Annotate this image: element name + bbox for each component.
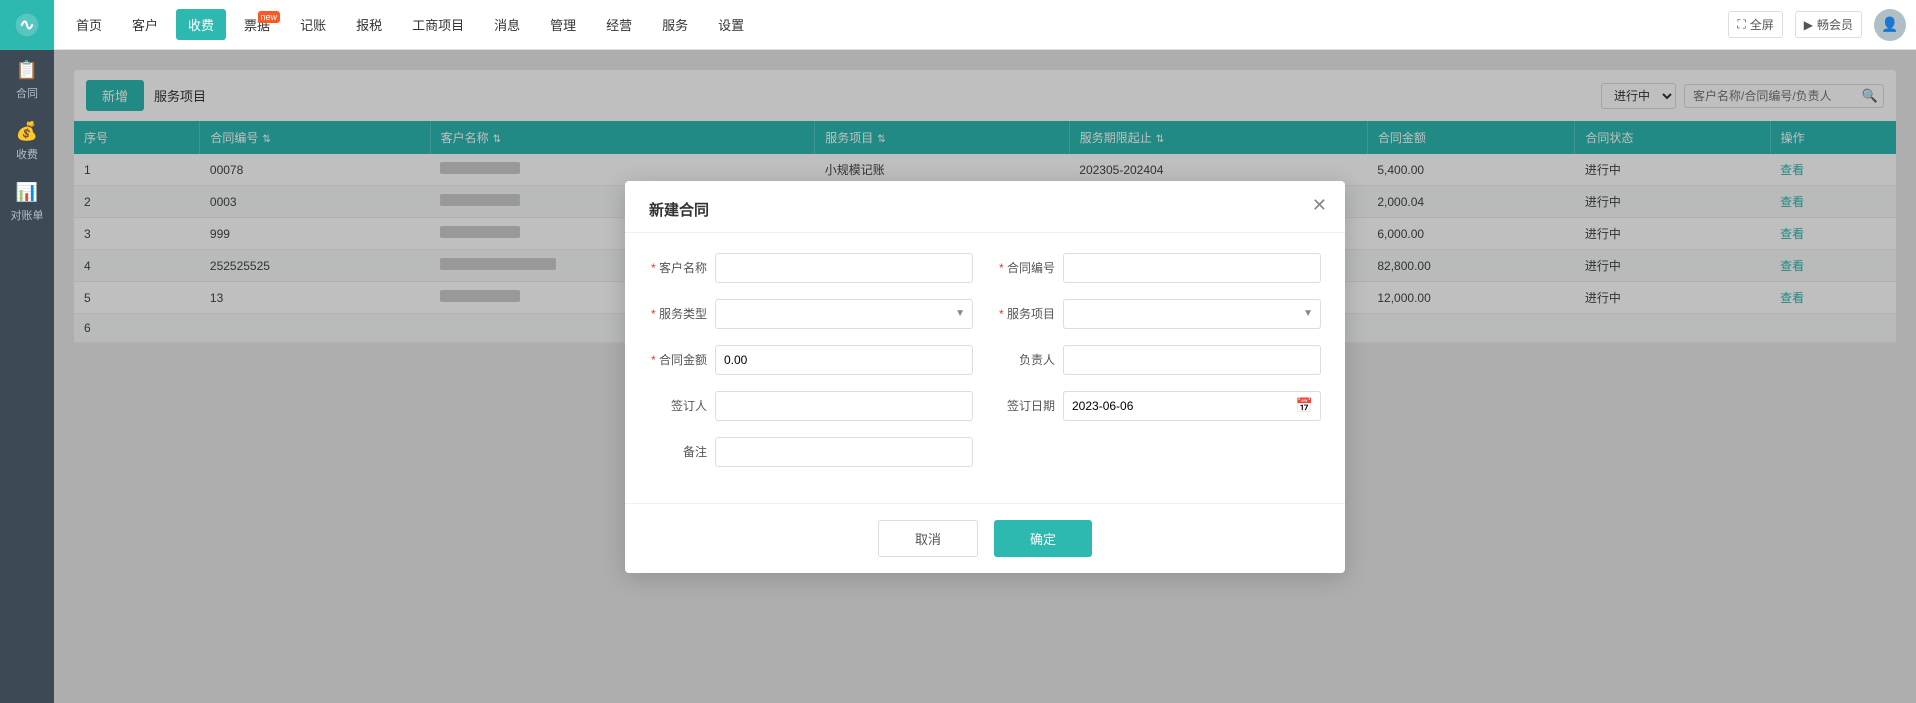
invoice-badge: new [258,11,281,23]
modal-footer: 取消 确定 [625,503,1345,573]
fullscreen-icon: ⛶ [1737,17,1745,32]
confirm-button[interactable]: 确定 [994,520,1092,557]
responsible-input[interactable] [1063,345,1321,375]
signer-label: 签订人 [649,397,707,414]
main-area: 首页 客户 收费 票据 new 记账 报税 工商项目 消息 管理 经营 服务 设… [54,0,1916,703]
sidebar-item-reconcile[interactable]: 📊 对账单 [0,172,54,233]
service-item-select-wrap: ▼ [1063,299,1321,329]
sidebar-item-contract-label: 合同 [16,85,38,101]
member-icon: ▶ [1804,18,1813,32]
nav-tax[interactable]: 报税 [344,9,394,40]
member-label: 畅会员 [1817,16,1853,33]
form-group-customer: 客户名称 [649,253,973,283]
nav-management[interactable]: 管理 [538,9,588,40]
service-item-label: 服务项目 [997,305,1055,322]
topnav: 首页 客户 收费 票据 new 记账 报税 工商项目 消息 管理 经营 服务 设… [54,0,1916,50]
avatar[interactable]: 👤 [1874,9,1906,41]
form-row-5: 备注 [649,437,1321,467]
form-group-contract-no: 合同编号 [997,253,1321,283]
service-type-select[interactable] [715,299,973,329]
logo[interactable] [0,0,54,50]
nav-settings[interactable]: 设置 [706,9,756,40]
notes-input[interactable] [715,437,973,467]
sidebar-item-billing-label: 收费 [16,146,38,162]
billing-icon: 💰 [16,121,38,142]
responsible-label: 负责人 [997,351,1055,368]
fullscreen-label: 全屏 [1750,16,1774,33]
form-row-2: 服务类型 ▼ 服务项目 ▼ [649,299,1321,329]
service-type-label: 服务类型 [649,305,707,322]
modal-close-button[interactable]: ✕ [1312,195,1327,216]
nav-services[interactable]: 服务 [650,9,700,40]
nav-bookkeeping[interactable]: 记账 [288,9,338,40]
sidebar: 📋 合同 💰 收费 📊 对账单 [0,0,54,703]
sidebar-item-contract[interactable]: 📋 合同 [0,50,54,111]
nav-home[interactable]: 首页 [64,9,114,40]
sign-date-input[interactable] [1063,391,1321,421]
service-type-select-wrap: ▼ [715,299,973,329]
form-row-3: 合同金额 负责人 [649,345,1321,375]
form-group-amount: 合同金额 [649,345,973,375]
nav-bizproject[interactable]: 工商项目 [400,9,476,40]
nav-customer[interactable]: 客户 [120,9,170,40]
modal-body: 客户名称 合同编号 服务类型 [625,233,1345,503]
amount-label: 合同金额 [649,351,707,368]
form-group-notes: 备注 [649,437,973,467]
sign-date-wrap: 📅 [1063,391,1321,421]
form-group-sign-date: 签订日期 📅 [997,391,1321,421]
nav-message[interactable]: 消息 [482,9,532,40]
modal-title: 新建合同 [649,202,709,219]
new-contract-modal: 新建合同 ✕ 客户名称 合同编号 [625,181,1345,573]
cancel-button[interactable]: 取消 [878,520,978,557]
customer-input[interactable] [715,253,973,283]
notes-label: 备注 [649,443,707,460]
signer-input[interactable] [715,391,973,421]
customer-label: 客户名称 [649,259,707,276]
form-group-service-item: 服务项目 ▼ [997,299,1321,329]
nav-operations[interactable]: 经营 [594,9,644,40]
content: 新增 服务项目 进行中 已完成 全部 🔍 [54,50,1916,703]
modal-header: 新建合同 [625,181,1345,233]
member-button[interactable]: ▶ 畅会员 [1795,11,1862,38]
contract-no-input[interactable] [1063,253,1321,283]
form-group-service-type: 服务类型 ▼ [649,299,973,329]
amount-input[interactable] [715,345,973,375]
topnav-right: ⛶ 全屏 ▶ 畅会员 👤 [1728,9,1906,41]
sidebar-item-reconcile-label: 对账单 [11,207,44,223]
fullscreen-button[interactable]: ⛶ 全屏 [1728,11,1782,38]
nav-billing[interactable]: 收费 [176,9,226,40]
form-group-responsible: 负责人 [997,345,1321,375]
form-group-signer: 签订人 [649,391,973,421]
contract-no-label: 合同编号 [997,259,1055,276]
contract-icon: 📋 [16,60,38,81]
form-row-4: 签订人 签订日期 📅 [649,391,1321,421]
service-item-select[interactable] [1063,299,1321,329]
sidebar-item-billing[interactable]: 💰 收费 [0,111,54,172]
nav-invoice[interactable]: 票据 new [232,9,282,40]
sign-date-label: 签订日期 [997,397,1055,414]
modal-overlay: 新建合同 ✕ 客户名称 合同编号 [54,50,1916,703]
form-row-1: 客户名称 合同编号 [649,253,1321,283]
reconcile-icon: 📊 [16,182,38,203]
